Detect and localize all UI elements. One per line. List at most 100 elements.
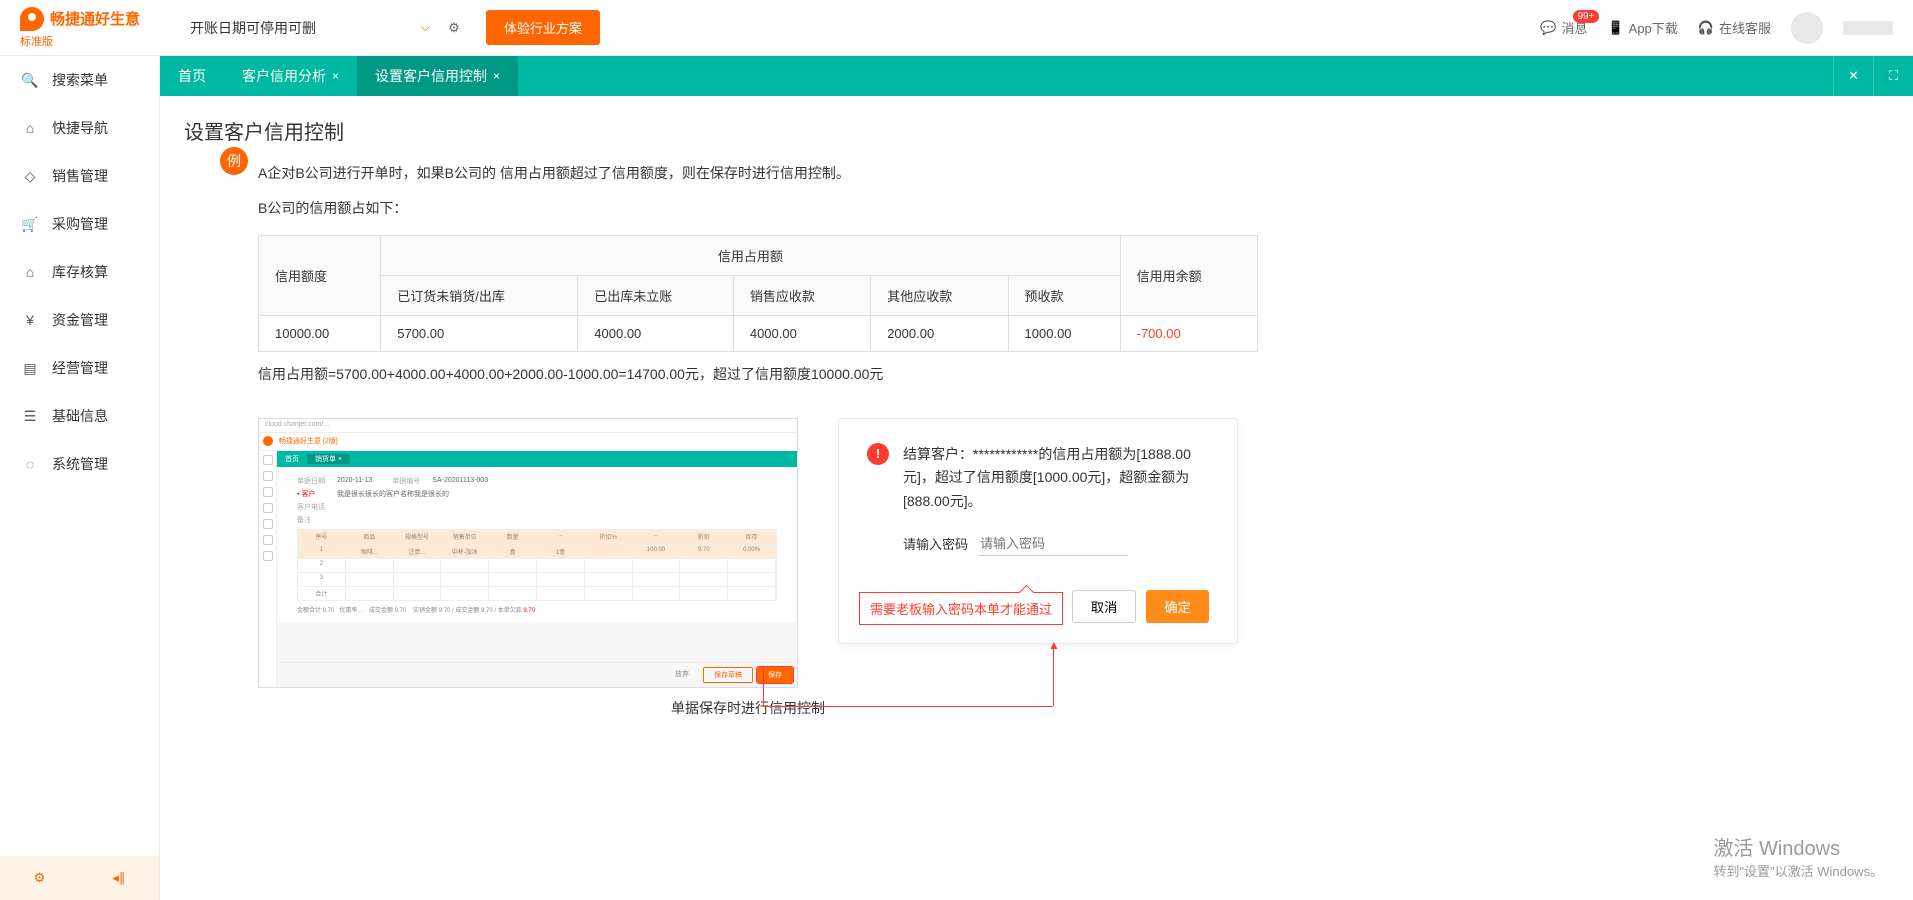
- cell-c5: 1000.00: [1008, 316, 1120, 352]
- tab-label: 设置客户信用控制: [375, 66, 487, 86]
- sidebar-label: 基础信息: [52, 406, 108, 426]
- sidebar-label: 采购管理: [52, 214, 108, 234]
- user-name-placeholder: [1843, 21, 1893, 35]
- sidebar-label: 系统管理: [52, 454, 108, 474]
- brand-logo: 畅捷通好生意 标准版: [20, 7, 160, 49]
- cell-limit: 10000.00: [259, 316, 381, 352]
- messages-badge: 99+: [1573, 10, 1600, 23]
- system-icon: ◌: [20, 454, 40, 474]
- sidebar: 🔍 搜索菜单 ⌂ 快捷导航 ◇ 销售管理 🛒 采购管理 ⌂ 库存核算 ¥ 资金管理 ▤ 经营管…: [0, 56, 160, 900]
- password-callout: 需要老板输入密码本单才能通过: [859, 592, 1063, 625]
- money-icon: ¥: [20, 310, 40, 330]
- tab-home[interactable]: 首页: [160, 56, 224, 96]
- th-sub2: 已出库未立账: [578, 276, 734, 316]
- gear-icon: ⚙: [448, 20, 460, 36]
- brand-edition: 标准版: [20, 33, 53, 49]
- sidebar-item-quicknav[interactable]: ⌂ 快捷导航: [0, 104, 159, 152]
- formula-text: 信用占用额=5700.00+4000.00+4000.00+2000.00-10…: [258, 362, 1873, 387]
- sidebar-item-funds[interactable]: ¥ 资金管理: [0, 296, 159, 344]
- connector-line: [1053, 643, 1054, 706]
- dropdown-label: 开账日期可停用可删: [190, 18, 316, 38]
- settings-button[interactable]: ⚙: [440, 14, 468, 42]
- sidebar-item-operations[interactable]: ▤ 经营管理: [0, 344, 159, 392]
- sidebar-label: 资金管理: [52, 310, 108, 330]
- th-credit-limit: 信用额度: [259, 236, 381, 316]
- example-description: A企对B公司进行开单时，如果B公司的 信用占用额超过了信用额度，则在保存时进行信…: [258, 161, 850, 186]
- account-period-dropdown[interactable]: 开账日期可停用可删 ⌵: [190, 18, 430, 38]
- connector-line: [763, 706, 1053, 707]
- cell-c2: 4000.00: [578, 316, 734, 352]
- info-icon: ☰: [20, 406, 40, 426]
- cell-c3: 4000.00: [733, 316, 870, 352]
- th-sub4: 其他应收款: [871, 276, 1008, 316]
- example-badge: 例: [220, 147, 248, 175]
- connector-line: [763, 666, 764, 706]
- sidebar-label: 经营管理: [52, 358, 108, 378]
- support-label: 在线客服: [1719, 18, 1771, 37]
- sidebar-item-search[interactable]: 🔍 搜索菜单: [0, 56, 159, 104]
- cart-icon: 🛒: [20, 214, 40, 234]
- credit-table: 信用额度 信用占用额 信用用余额 已订货未销货/出库 已出库未立账 销售应收款 …: [258, 235, 1258, 352]
- chat-icon: 💬: [1540, 20, 1556, 36]
- close-icon[interactable]: ×: [493, 69, 500, 83]
- sidebar-item-system[interactable]: ◌ 系统管理: [0, 440, 159, 488]
- user-avatar[interactable]: [1791, 12, 1823, 44]
- sales-order-screenshot: cloud.chanjet.com/... 畅捷通好生意 [2版] 首页 销货单…: [258, 418, 798, 688]
- messages-link[interactable]: 💬 消息 99+: [1540, 18, 1587, 37]
- logo-icon: [20, 7, 44, 31]
- page-title: 设置客户信用控制: [160, 96, 1913, 161]
- search-icon: 🔍: [20, 70, 40, 90]
- cell-c4: 2000.00: [871, 316, 1008, 352]
- password-label: 请输入密码: [903, 534, 968, 553]
- tabs-bar: 首页 客户信用分析 × 设置客户信用控制 × ✕ ⛶: [160, 56, 1913, 96]
- report-icon: ▤: [20, 358, 40, 378]
- mock-url: cloud.chanjet.com/...: [259, 419, 797, 433]
- home-icon: ⌂: [20, 118, 40, 138]
- sidebar-item-purchase[interactable]: 🛒 采购管理: [0, 200, 159, 248]
- ok-button[interactable]: 确定: [1146, 590, 1209, 623]
- headset-icon: 🎧: [1698, 20, 1714, 36]
- th-balance: 信用用余额: [1120, 236, 1257, 316]
- sidebar-label: 快捷导航: [52, 118, 108, 138]
- cell-balance: -700.00: [1120, 316, 1257, 352]
- sidebar-item-sales[interactable]: ◇ 销售管理: [0, 152, 159, 200]
- settings-icon[interactable]: ⚙: [34, 870, 46, 886]
- tab-credit-analysis[interactable]: 客户信用分析 ×: [224, 56, 357, 96]
- close-icon[interactable]: ×: [332, 69, 339, 83]
- table-row: 10000.00 5700.00 4000.00 4000.00 2000.00…: [259, 316, 1258, 352]
- password-input[interactable]: [978, 532, 1128, 556]
- collapse-icon[interactable]: ◂∥: [112, 870, 125, 886]
- fullscreen-button[interactable]: ⛶: [1873, 56, 1913, 96]
- sidebar-label: 销售管理: [52, 166, 108, 186]
- sidebar-item-inventory[interactable]: ⌂ 库存核算: [0, 248, 159, 296]
- brand-name: 畅捷通好生意: [50, 8, 140, 29]
- cell-c1: 5700.00: [381, 316, 578, 352]
- chevron-down-icon: ⌵: [421, 20, 430, 35]
- sidebar-label: 搜索菜单: [52, 70, 108, 90]
- sidebar-footer: ⚙ ◂∥: [0, 856, 159, 900]
- th-sub3: 销售应收款: [733, 276, 870, 316]
- cancel-button[interactable]: 取消: [1072, 590, 1137, 623]
- app-download-label: App下载: [1629, 18, 1678, 37]
- phone-icon: 📱: [1607, 20, 1623, 36]
- support-link[interactable]: 🎧 在线客服: [1698, 18, 1771, 37]
- tag-icon: ◇: [20, 166, 40, 186]
- th-sub1: 已订货未销货/出库: [381, 276, 578, 316]
- dialog-message: 结算客户：************的信用占用额为[1888.00元]，超过了信用…: [903, 443, 1209, 514]
- warehouse-icon: ⌂: [20, 262, 40, 282]
- sidebar-label: 库存核算: [52, 262, 108, 282]
- warning-icon: !: [867, 443, 889, 465]
- tab-label: 客户信用分析: [242, 66, 326, 86]
- close-all-tabs[interactable]: ✕: [1833, 56, 1873, 96]
- tab-label: 首页: [178, 66, 206, 86]
- th-sub5: 预收款: [1008, 276, 1120, 316]
- sidebar-item-basedata[interactable]: ☰ 基础信息: [0, 392, 159, 440]
- app-download-link[interactable]: 📱 App下载: [1607, 18, 1677, 37]
- cta-button[interactable]: 体验行业方案: [486, 10, 600, 45]
- example-subline: B公司的信用额占如下：: [258, 196, 1873, 221]
- content-scroll[interactable]: 设置客户信用控制 例 A企对B公司进行开单时，如果B公司的 信用占用额超过了信用…: [160, 96, 1913, 900]
- th-occupy: 信用占用额: [381, 236, 1120, 276]
- illustration-caption: 单据保存时进行信用控制: [258, 698, 1238, 718]
- credit-warning-dialog: ! 结算客户：************的信用占用额为[1888.00元]，超过了…: [838, 418, 1238, 644]
- tab-credit-settings[interactable]: 设置客户信用控制 ×: [357, 56, 518, 96]
